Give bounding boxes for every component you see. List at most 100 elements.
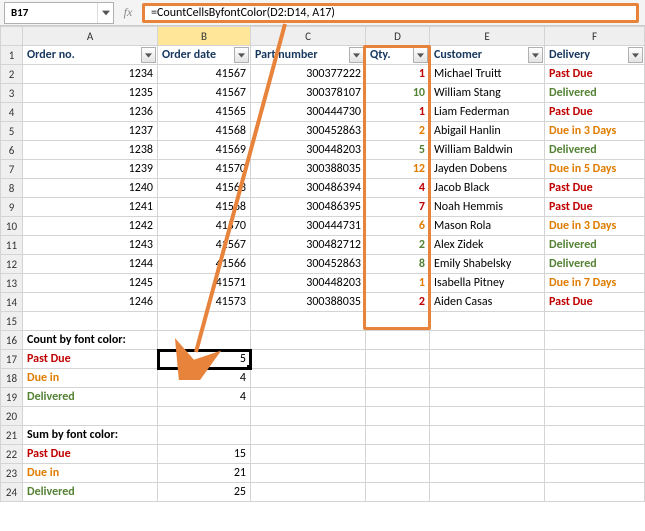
empty-cell[interactable] [251,388,366,407]
col-header-D[interactable]: D [366,27,430,46]
sum-value[interactable]: 25 [158,483,251,502]
sum-label[interactable]: Past Due [23,445,158,464]
filter-dropdown-icon[interactable] [528,47,543,63]
empty-cell[interactable] [366,445,430,464]
row-header[interactable]: 6 [1,141,23,160]
empty-cell[interactable] [545,369,645,388]
cell-order-no[interactable]: 1238 [23,141,158,160]
empty-cell[interactable] [545,350,645,369]
row-header[interactable]: 3 [1,84,23,103]
empty-cell[interactable] [430,464,545,483]
empty-cell[interactable] [545,407,645,426]
cell-part[interactable]: 300388035 [251,160,366,179]
row-header[interactable]: 15 [1,312,23,331]
empty-cell[interactable] [366,312,430,331]
cell-delivery[interactable]: Past Due [545,179,645,198]
hdr-order-no[interactable]: Order no. [23,46,158,65]
row-header[interactable]: 19 [1,388,23,407]
cell-delivery[interactable]: Due in 3 Days [545,122,645,141]
cell-part[interactable]: 300444731 [251,217,366,236]
cell-customer[interactable]: Aiden Casas [430,293,545,312]
cell-qty[interactable]: 8 [366,255,430,274]
cell-customer[interactable]: Alex Zidek [430,236,545,255]
sum-label[interactable]: Due in [23,464,158,483]
empty-cell[interactable] [366,464,430,483]
col-header-A[interactable]: A [23,27,158,46]
cell-order-date[interactable]: 41563 [158,179,251,198]
cell-order-no[interactable]: 1246 [23,293,158,312]
empty-cell[interactable] [251,331,366,350]
row-header[interactable]: 12 [1,255,23,274]
row-header[interactable]: 22 [1,445,23,464]
cell-part[interactable]: 300452863 [251,255,366,274]
empty-cell[interactable] [251,445,366,464]
cell-delivery[interactable]: Delivered [545,84,645,103]
cell-delivery[interactable]: Past Due [545,198,645,217]
filter-dropdown-icon[interactable] [141,47,156,63]
sum-value[interactable]: 15 [158,445,251,464]
row-header[interactable]: 1 [1,46,23,65]
sum-header-label[interactable]: Sum by font color: [23,426,158,445]
cell-part[interactable]: 300486395 [251,198,366,217]
count-value[interactable]: 4 [158,369,251,388]
count-label[interactable]: Delivered [23,388,158,407]
empty-cell[interactable] [23,407,158,426]
cell-qty[interactable]: 2 [366,122,430,141]
cell-order-no[interactable]: 1245 [23,274,158,293]
row-header[interactable]: 11 [1,236,23,255]
row-header[interactable]: 16 [1,331,23,350]
cell-order-no[interactable]: 1240 [23,179,158,198]
row-header[interactable]: 10 [1,217,23,236]
empty-cell[interactable] [251,350,366,369]
empty-cell[interactable] [366,426,430,445]
cell-qty[interactable]: 10 [366,84,430,103]
empty-cell[interactable] [430,426,545,445]
col-header-E[interactable]: E [430,27,545,46]
cell-order-no[interactable]: 1235 [23,84,158,103]
cell-order-date[interactable]: 41570 [158,160,251,179]
empty-cell[interactable] [158,426,251,445]
cell-delivery[interactable]: Due in 5 Days [545,160,645,179]
col-header-C[interactable]: C [251,27,366,46]
empty-cell[interactable] [23,312,158,331]
row-header[interactable]: 8 [1,179,23,198]
cell-delivery[interactable]: Delivered [545,236,645,255]
cell-part[interactable]: 300448203 [251,274,366,293]
cell-part[interactable]: 300482712 [251,236,366,255]
cell-qty[interactable]: 1 [366,274,430,293]
cell-order-no[interactable]: 1234 [23,65,158,84]
cell-order-no[interactable]: 1236 [23,103,158,122]
cell-order-date[interactable]: 41567 [158,236,251,255]
filter-dropdown-icon[interactable] [413,47,428,63]
count-header-label[interactable]: Count by font color: [23,331,158,350]
cell-qty[interactable]: 1 [366,103,430,122]
empty-cell[interactable] [430,369,545,388]
col-header-B[interactable]: B [158,27,251,46]
empty-cell[interactable] [430,445,545,464]
cell-customer[interactable]: Abigail Hanlin [430,122,545,141]
empty-cell[interactable] [158,407,251,426]
cell-part[interactable]: 300377222 [251,65,366,84]
row-header[interactable]: 4 [1,103,23,122]
cell-customer[interactable]: Isabella Pitney [430,274,545,293]
empty-cell[interactable] [430,350,545,369]
row-header[interactable]: 20 [1,407,23,426]
row-header[interactable]: 23 [1,464,23,483]
cell-order-no[interactable]: 1237 [23,122,158,141]
empty-cell[interactable] [430,388,545,407]
cell-part[interactable]: 300378107 [251,84,366,103]
row-header[interactable]: 9 [1,198,23,217]
cell-order-date[interactable]: 41569 [158,141,251,160]
cell-customer[interactable]: William Baldwin [430,141,545,160]
row-header[interactable]: 13 [1,274,23,293]
cell-customer[interactable]: Noah Hemmis [430,198,545,217]
hdr-qty[interactable]: Qty. [366,46,430,65]
row-header[interactable]: 14 [1,293,23,312]
row-header[interactable]: 21 [1,426,23,445]
empty-cell[interactable] [545,331,645,350]
cell-order-date[interactable]: 41568 [158,198,251,217]
cell-customer[interactable]: Jayden Dobens [430,160,545,179]
empty-cell[interactable] [251,426,366,445]
cell-order-no[interactable]: 1244 [23,255,158,274]
empty-cell[interactable] [366,388,430,407]
